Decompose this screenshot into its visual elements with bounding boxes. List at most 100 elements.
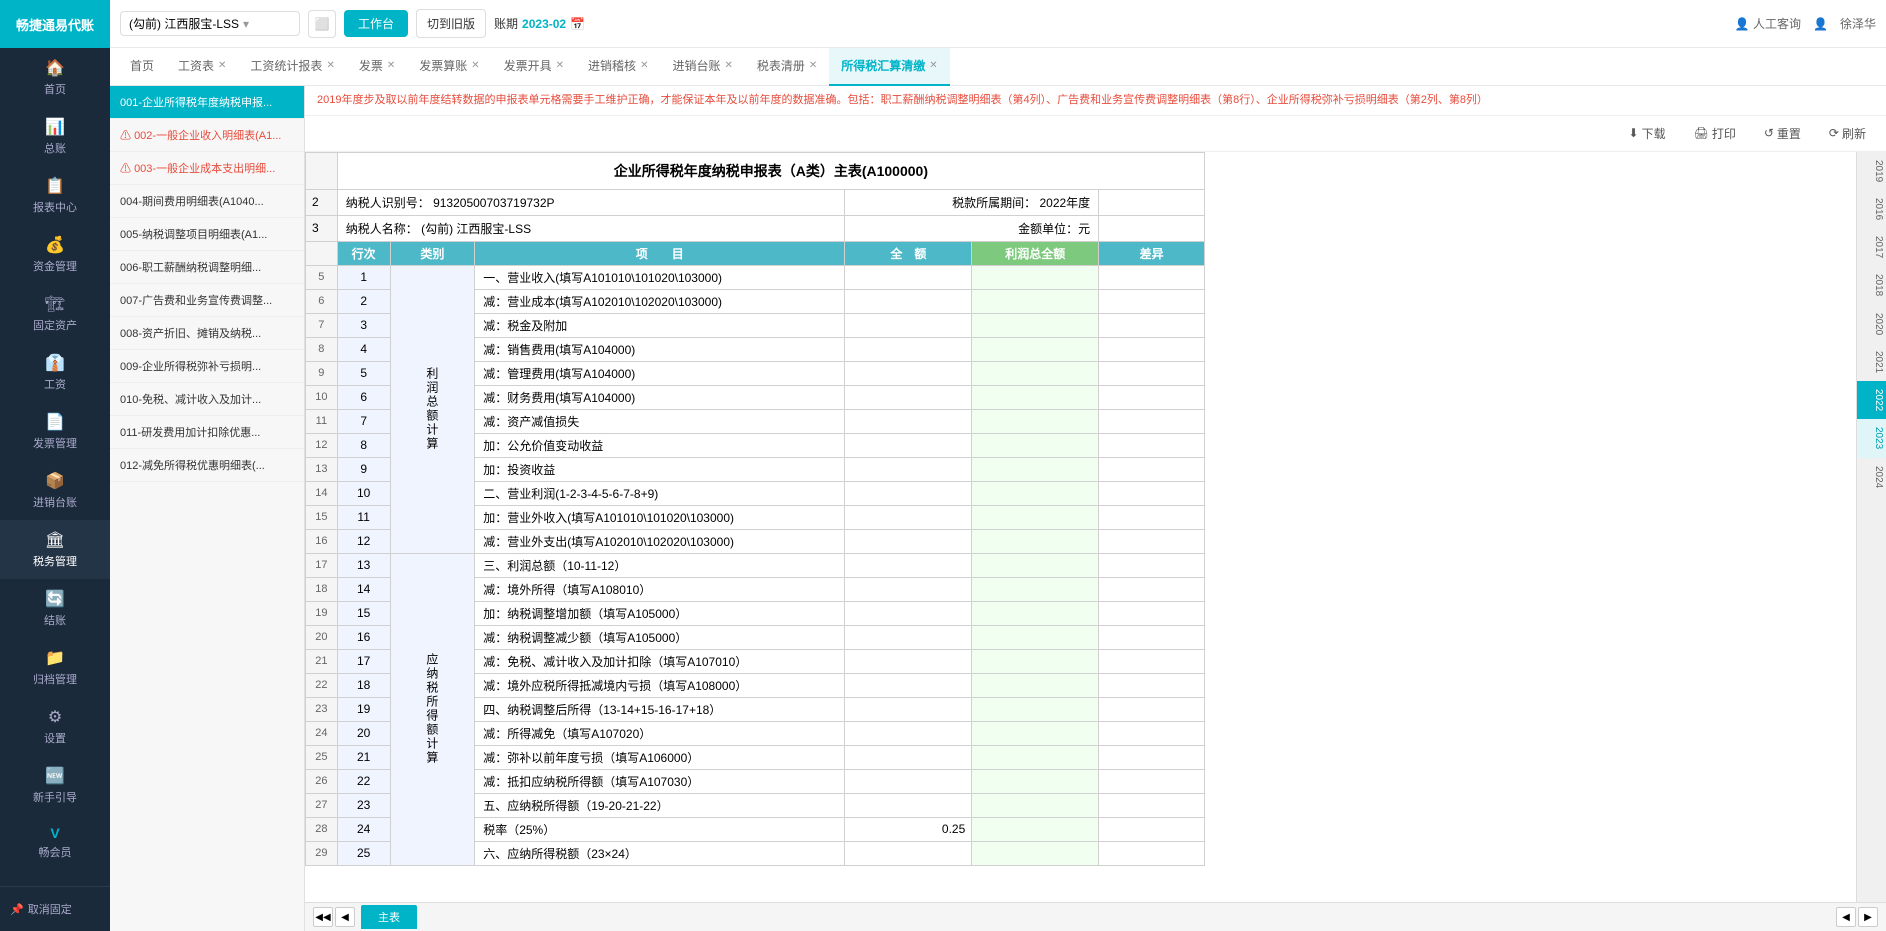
tab-purchase-ledger[interactable]: 进销台账 ✕ xyxy=(660,48,744,86)
download-button[interactable]: ⬇ 下载 xyxy=(1621,122,1674,145)
close-tab-invoice-open[interactable]: ✕ xyxy=(556,60,564,71)
tab-payroll[interactable]: 工资表 ✕ xyxy=(166,48,238,86)
close-tab-payroll[interactable]: ✕ xyxy=(218,60,226,71)
reports-icon: 📋 xyxy=(45,176,65,196)
sidebar-item-assets[interactable]: 🏗 固定资产 xyxy=(0,284,110,343)
company-selector[interactable]: (勾前) 江西服宝-LSS ▾ xyxy=(120,11,300,36)
unpin-button[interactable]: 📌 取消固定 xyxy=(0,895,110,923)
print-button[interactable]: 🖨 打印 xyxy=(1686,122,1744,145)
year-2018[interactable]: 2018 xyxy=(1857,266,1886,304)
unpin-label: 取消固定 xyxy=(28,901,72,917)
table-container[interactable]: 企业所得税年度纳税申报表（A类）主表(A100000) 2 纳税人识别号： 91… xyxy=(305,152,1856,903)
print-icon-btn[interactable]: ⬜ xyxy=(308,10,336,38)
tax-list-item-006[interactable]: 006-职工薪酬纳税调整明细... xyxy=(110,251,304,284)
tab-invoice[interactable]: 发票 ✕ xyxy=(347,48,407,86)
year-2022[interactable]: 2022 xyxy=(1857,381,1886,419)
tax-list-item-012[interactable]: 012-减免所得税优惠明细表(... xyxy=(110,449,304,482)
service-icon: 👤 xyxy=(1735,17,1750,31)
sidebar-item-home[interactable]: 🏠 首页 xyxy=(0,48,110,107)
tax-list-item-009[interactable]: 009-企业所得税弥补亏损明... xyxy=(110,350,304,383)
sidebar-label-vip: 畅会员 xyxy=(39,844,72,860)
sidebar-label-settings: 设置 xyxy=(44,730,66,746)
year-2016[interactable]: 2016 xyxy=(1857,190,1886,228)
download-icon: ⬇ xyxy=(1629,126,1639,140)
toolbar: ⬇ 下载 🖨 打印 ↺ 重置 ⟳ 刷新 xyxy=(305,116,1886,152)
scroll-left-btn[interactable]: ◀ xyxy=(1836,907,1856,927)
sidebar-item-payroll[interactable]: 👔 工资 xyxy=(0,343,110,402)
sidebar-item-purchase-sales[interactable]: 📦 进销台账 xyxy=(0,461,110,520)
reset-button[interactable]: ↺ 重置 xyxy=(1756,122,1809,145)
close-tab-purchase-audit[interactable]: ✕ xyxy=(640,60,648,71)
tax-list-item-002[interactable]: ⚠ 002-一般企业收入明细表(A1... xyxy=(110,119,304,152)
close-tab-invoice-calc[interactable]: ✕ xyxy=(471,60,479,71)
topbar-right: 👤 人工客询 👤 徐泽华 xyxy=(1735,15,1876,32)
sidebar-item-guide[interactable]: 🆕 新手引导 xyxy=(0,756,110,815)
title-row: 企业所得税年度纳税申报表（A类）主表(A100000) xyxy=(306,152,1205,189)
tab-payroll-stats[interactable]: 工资统计报表 ✕ xyxy=(238,48,346,86)
close-tab-payroll-stats[interactable]: ✕ xyxy=(326,60,334,71)
year-2021[interactable]: 2021 xyxy=(1857,343,1886,381)
sidebar-item-reports[interactable]: 📋 报表中心 xyxy=(0,166,110,225)
tab-tax-list[interactable]: 税表清册 ✕ xyxy=(745,48,829,86)
tax-list-item-003[interactable]: ⚠ 003-一般企业成本支出明细... xyxy=(110,152,304,185)
nav-first-btn[interactable]: ◀◀ xyxy=(313,907,333,927)
settings-icon: ⚙ xyxy=(48,707,62,727)
sidebar-item-tax[interactable]: 🏛 税务管理 xyxy=(0,520,110,579)
reset-icon: ↺ xyxy=(1764,126,1774,140)
nav-tabs: 首页 工资表 ✕ 工资统计报表 ✕ 发票 ✕ 发票算账 ✕ 发票开具 ✕ 进销稽… xyxy=(110,48,1886,86)
warn-icon-002: ⚠ xyxy=(120,130,134,142)
year-2019[interactable]: 2019 xyxy=(1857,152,1886,190)
customer-service[interactable]: 👤 人工客询 xyxy=(1735,15,1801,32)
switch-version-button[interactable]: 切到旧版 xyxy=(416,9,486,38)
dropdown-arrow-icon: ▾ xyxy=(243,17,249,31)
info-row-1: 2 纳税人识别号： 91320500703719732P 税款所属期间： 202… xyxy=(306,189,1205,215)
tax-list-item-004[interactable]: 004-期间费用明细表(A1040... xyxy=(110,185,304,218)
sidebar-item-vip[interactable]: V 畅会员 xyxy=(0,815,110,870)
tax-list-item-011[interactable]: 011-研发费用加计扣除优惠... xyxy=(110,416,304,449)
col-header-profit: 利润总全额 xyxy=(972,241,1099,265)
tab-income-tax[interactable]: 所得税汇算清缴 ✕ xyxy=(829,48,949,86)
tax-list-item-001[interactable]: 001-企业所得税年度纳税申报... xyxy=(110,86,304,119)
sidebar-item-funds[interactable]: 💰 资金管理 xyxy=(0,225,110,284)
funds-icon: 💰 xyxy=(45,235,65,255)
close-tab-invoice[interactable]: ✕ xyxy=(387,60,395,71)
col-header-amount: 全 额 xyxy=(845,241,972,265)
sidebar-item-invoices[interactable]: 📄 发票管理 xyxy=(0,402,110,461)
refresh-button[interactable]: ⟳ 刷新 xyxy=(1821,122,1874,145)
tax-list-item-008[interactable]: 008-资产折旧、摊销及纳税... xyxy=(110,317,304,350)
sidebar-label-tax: 税务管理 xyxy=(33,553,77,569)
taxpayer-name-value: (勾前) 江西服宝-LSS xyxy=(421,222,531,236)
calendar-icon[interactable]: 📅 xyxy=(570,17,585,31)
tab-invoice-open[interactable]: 发票开具 ✕ xyxy=(492,48,576,86)
year-2023[interactable]: 2023 xyxy=(1857,419,1886,457)
year-panel: 2019 2016 2017 2018 2020 2021 2022 2023 … xyxy=(1856,152,1886,903)
tax-list-item-010[interactable]: 010-免税、减计收入及加计... xyxy=(110,383,304,416)
sidebar-item-ledger[interactable]: 📊 总账 xyxy=(0,107,110,166)
year-2017[interactable]: 2017 xyxy=(1857,228,1886,266)
bottom-sheet-tabs: 主表 xyxy=(357,905,1834,929)
sidebar-item-archive[interactable]: 📁 归档管理 xyxy=(0,638,110,697)
table-header-row: 行次 类别 项 目 全 额 利润总全额 差异 xyxy=(306,241,1205,265)
sidebar-item-settings[interactable]: ⚙ 设置 xyxy=(0,697,110,756)
close-tab-purchase-ledger[interactable]: ✕ xyxy=(724,60,732,71)
close-tab-tax-list[interactable]: ✕ xyxy=(809,60,817,71)
warning-bar: 2019年度步及取以前年度结转数据的申报表单元格需要手工维护正确，才能保证本年及… xyxy=(305,86,1886,116)
workbench-button[interactable]: 工作台 xyxy=(344,10,408,37)
nav-prev-btn[interactable]: ◀ xyxy=(335,907,355,927)
archive-icon: 📁 xyxy=(45,648,65,668)
tax-list-item-007[interactable]: 007-广告费和业务宣传费调整... xyxy=(110,284,304,317)
year-2020[interactable]: 2020 xyxy=(1857,305,1886,343)
sidebar-item-closing[interactable]: 🔄 结账 xyxy=(0,579,110,638)
tab-purchase-audit[interactable]: 进销稽核 ✕ xyxy=(576,48,660,86)
sheet-tab-main[interactable]: 主表 xyxy=(361,905,417,929)
tab-invoice-calc[interactable]: 发票算账 ✕ xyxy=(407,48,491,86)
close-tab-income-tax[interactable]: ✕ xyxy=(929,60,937,71)
col-header-item: 项 目 xyxy=(475,241,845,265)
year-2024[interactable]: 2024 xyxy=(1857,458,1886,496)
tax-list-panel: 001-企业所得税年度纳税申报... ⚠ 002-一般企业收入明细表(A1...… xyxy=(110,86,305,931)
right-content: 2019年度步及取以前年度结转数据的申报表单元格需要手工维护正确，才能保证本年及… xyxy=(305,86,1886,931)
scroll-right-btn[interactable]: ▶ xyxy=(1858,907,1878,927)
tab-home[interactable]: 首页 xyxy=(118,48,166,86)
sidebar-label-payroll: 工资 xyxy=(44,376,66,392)
tax-list-item-005[interactable]: 005-纳税调整项目明细表(A1... xyxy=(110,218,304,251)
